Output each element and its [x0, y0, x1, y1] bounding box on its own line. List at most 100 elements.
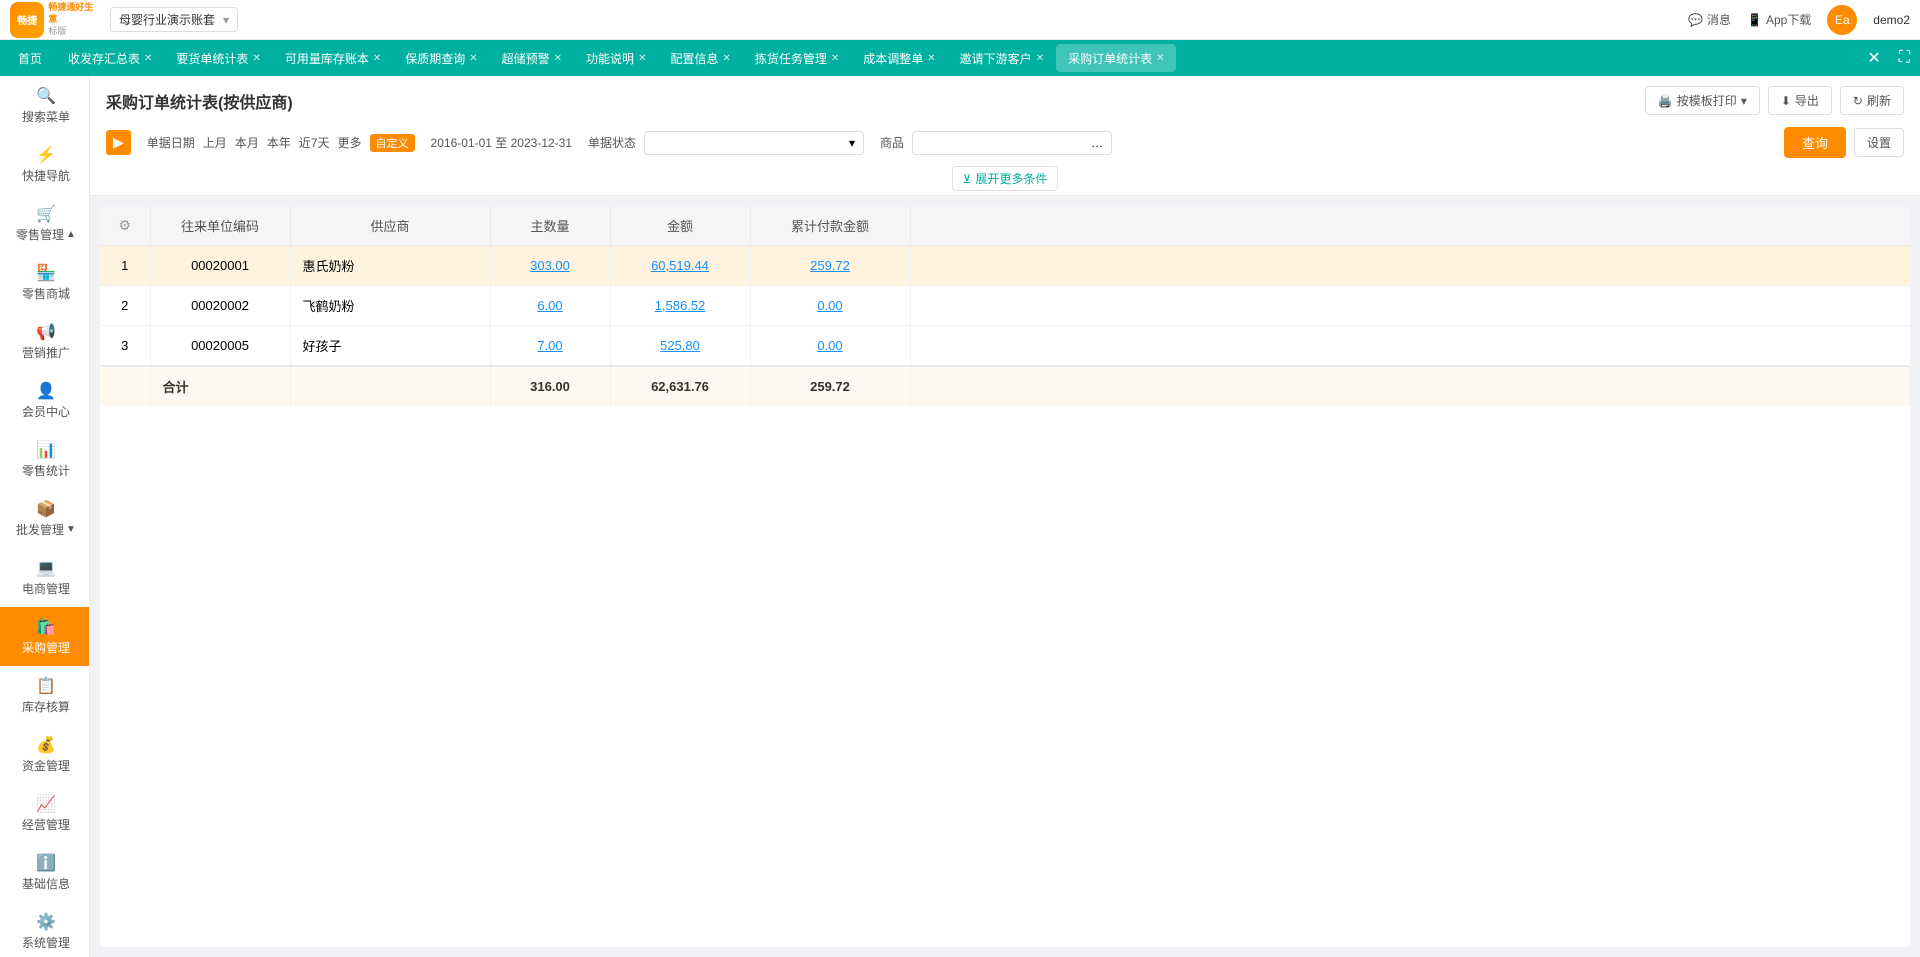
cell-qty[interactable]: 303.00: [490, 246, 610, 286]
system-icon: ⚙️: [36, 912, 56, 932]
sidebar-item-inventory[interactable]: 📋 库存核算: [0, 666, 89, 725]
cell-qty[interactable]: 6.00: [490, 286, 610, 326]
tab-close-icon[interactable]: ✕: [638, 53, 646, 64]
query-btn[interactable]: 查询: [1784, 127, 1846, 158]
export-btn[interactable]: ⬇ 导出: [1768, 86, 1832, 115]
nav-window-expand-btn[interactable]: ⛶: [1893, 47, 1916, 69]
sidebar-item-quicknav[interactable]: ⚡ 快捷导航: [0, 135, 89, 194]
wholesale-icon: 📦: [36, 499, 56, 519]
user-avatar[interactable]: Ea: [1827, 5, 1857, 35]
sidebar-item-retail-store[interactable]: 🏪 零售商城: [0, 253, 89, 312]
sidebar-item-member[interactable]: 👤 会员中心: [0, 371, 89, 430]
search-icon: 🔍: [36, 86, 56, 106]
tab-close-icon[interactable]: ✕: [1036, 53, 1044, 64]
settings-btn[interactable]: 设置: [1854, 128, 1904, 157]
tab-close-icon[interactable]: ✕: [469, 53, 477, 64]
sidebar-item-retail-stat[interactable]: 📊 零售统计: [0, 430, 89, 489]
sidebar-item-ecommerce[interactable]: 💻 电商管理: [0, 548, 89, 607]
tab-close-icon[interactable]: ✕: [144, 53, 152, 64]
cell-amount[interactable]: 525.80: [610, 326, 750, 367]
tab-expiry-query[interactable]: 保质期查询 ✕: [393, 44, 489, 72]
footer-qty: 316.00: [490, 366, 610, 406]
message-btn[interactable]: 💬 消息: [1688, 11, 1731, 28]
expand-more-btn[interactable]: ⊻ 展开更多条件: [952, 166, 1059, 191]
page-title-row: 采购订单统计表(按供应商) 🖨️ 按模板打印 ▾ ⬇ 导出 ↻: [90, 76, 1920, 121]
th-supplier: 供应商: [290, 206, 490, 246]
page-header-section: 采购订单统计表(按供应商) 🖨️ 按模板打印 ▾ ⬇ 导出 ↻: [90, 76, 1920, 196]
th-extra: [910, 206, 1910, 246]
goods-input[interactable]: …: [912, 131, 1112, 155]
tab-close-icon[interactable]: ✕: [373, 53, 381, 64]
app-download-btn[interactable]: 📱 App下载: [1747, 11, 1811, 28]
tab-cost-adjust[interactable]: 成本调整单 ✕: [851, 44, 947, 72]
table-row[interactable]: 3 00020005 好孩子 7.00 525.80 0.00: [100, 326, 1910, 367]
tab-invite-downstream[interactable]: 邀请下游客户 ✕: [948, 44, 1056, 72]
status-dropdown-icon: ▾: [849, 136, 855, 150]
filter-toggle-btn[interactable]: ▶: [106, 130, 131, 155]
cell-qty[interactable]: 7.00: [490, 326, 610, 367]
sidebar-item-system[interactable]: ⚙️ 系统管理: [0, 902, 89, 957]
sidebar: 🔍 搜索菜单 ⚡ 快捷导航 🛒 零售管理 ▲ 🏪 零售商城 📢 营销推广: [0, 76, 90, 957]
expand-down-icon: ⊻: [963, 172, 972, 186]
table-header-row: ⚙ 往来单位编码 供应商 主数量 金额 累计付款金额: [100, 206, 1910, 246]
table-row[interactable]: 1 00020001 惠氏奶粉 303.00 60,519.44 259.72: [100, 246, 1910, 286]
workspace-selector[interactable]: 母婴行业演示账套 ▾: [110, 7, 238, 32]
sidebar-item-retail-manage[interactable]: 🛒 零售管理 ▲: [0, 194, 89, 253]
tab-purchase-summary[interactable]: 要货单统计表 ✕: [164, 44, 272, 72]
tab-close-icon[interactable]: ✕: [1156, 53, 1164, 64]
tab-config-info[interactable]: 配置信息 ✕: [658, 44, 742, 72]
message-icon: 💬: [1688, 13, 1703, 27]
col-settings-icon[interactable]: ⚙: [118, 217, 131, 233]
cell-amount[interactable]: 60,519.44: [610, 246, 750, 286]
date-shortcut-thismonth[interactable]: 本月: [235, 134, 259, 151]
cell-unit-code: 00020002: [150, 286, 290, 326]
tab-available-stock[interactable]: 可用量库存账本 ✕: [273, 44, 393, 72]
cell-amount[interactable]: 1,586.52: [610, 286, 750, 326]
date-shortcut-lastmonth[interactable]: 上月: [203, 134, 227, 151]
top-bar: 畅捷 畅捷通好生意 标版 母婴行业演示账套 ▾ 💬 消息 📱 App下载 Ea …: [0, 0, 1920, 40]
tab-close-icon[interactable]: ✕: [252, 53, 260, 64]
status-select[interactable]: ▾: [644, 131, 864, 155]
tab-overstock[interactable]: 超储预警 ✕: [490, 44, 574, 72]
tab-close-icon[interactable]: ✕: [927, 53, 935, 64]
cell-paid[interactable]: 0.00: [750, 326, 910, 367]
table-wrapper: ⚙ 往来单位编码 供应商 主数量 金额 累计付款金额: [100, 206, 1910, 947]
sidebar-item-wholesale[interactable]: 📦 批发管理 ▼: [0, 489, 89, 548]
workspace-arrow-icon: ▾: [223, 13, 229, 27]
page-content-area: ⚙ 往来单位编码 供应商 主数量 金额 累计付款金额: [90, 196, 1920, 957]
tab-function-desc[interactable]: 功能说明 ✕: [574, 44, 658, 72]
footer-empty1: [100, 366, 150, 406]
nav-tabs: 首页 收发存汇总表 ✕ 要货单统计表 ✕ 可用量库存账本 ✕ 保质期查询 ✕ 超…: [0, 40, 1920, 76]
tab-close-icon[interactable]: ✕: [831, 53, 839, 64]
sidebar-item-purchase[interactable]: 🛍️ 采购管理: [0, 607, 89, 666]
goods-filter-group: 商品 …: [880, 131, 1112, 155]
date-shortcut-thisyear[interactable]: 本年: [267, 134, 291, 151]
tab-receive-summary[interactable]: 收发存汇总表 ✕: [56, 44, 164, 72]
tab-close-icon[interactable]: ✕: [722, 53, 730, 64]
cell-unit-code: 00020001: [150, 246, 290, 286]
date-custom-badge[interactable]: 自定义: [370, 134, 415, 152]
tab-home[interactable]: 首页: [4, 44, 56, 72]
tab-picking-task[interactable]: 拣货任务管理 ✕: [743, 44, 851, 72]
table-row[interactable]: 2 00020002 飞鹤奶粉 6.00 1,586.52 0.00: [100, 286, 1910, 326]
cell-extra: [910, 246, 1910, 286]
nav-window-close-btn[interactable]: ✕: [1861, 46, 1886, 70]
refresh-btn[interactable]: ↻ 刷新: [1840, 86, 1904, 115]
logo-icon: 畅捷: [10, 2, 44, 38]
date-shortcut-more[interactable]: 更多: [338, 134, 362, 151]
expand-more-row: ⊻ 展开更多条件: [90, 162, 1920, 195]
date-label: 单据日期: [147, 134, 195, 151]
sidebar-item-search[interactable]: 🔍 搜索菜单: [0, 76, 89, 135]
print-btn[interactable]: 🖨️ 按模板打印 ▾: [1645, 86, 1760, 115]
sidebar-item-operation[interactable]: 📈 经营管理: [0, 784, 89, 843]
cell-paid[interactable]: 0.00: [750, 286, 910, 326]
date-shortcut-7days[interactable]: 近7天: [299, 134, 330, 151]
sidebar-item-finance[interactable]: 💰 资金管理: [0, 725, 89, 784]
tab-close-icon[interactable]: ✕: [554, 53, 562, 64]
sidebar-item-marketing[interactable]: 📢 营销推广: [0, 312, 89, 371]
page-action-btns: 🖨️ 按模板打印 ▾ ⬇ 导出 ↻ 刷新: [1645, 86, 1904, 115]
tab-purchase-order-summary[interactable]: 采购订单统计表 ✕: [1056, 44, 1176, 72]
sidebar-item-basic-info[interactable]: ℹ️ 基础信息: [0, 843, 89, 902]
cell-paid[interactable]: 259.72: [750, 246, 910, 286]
ecommerce-icon: 💻: [36, 558, 56, 578]
